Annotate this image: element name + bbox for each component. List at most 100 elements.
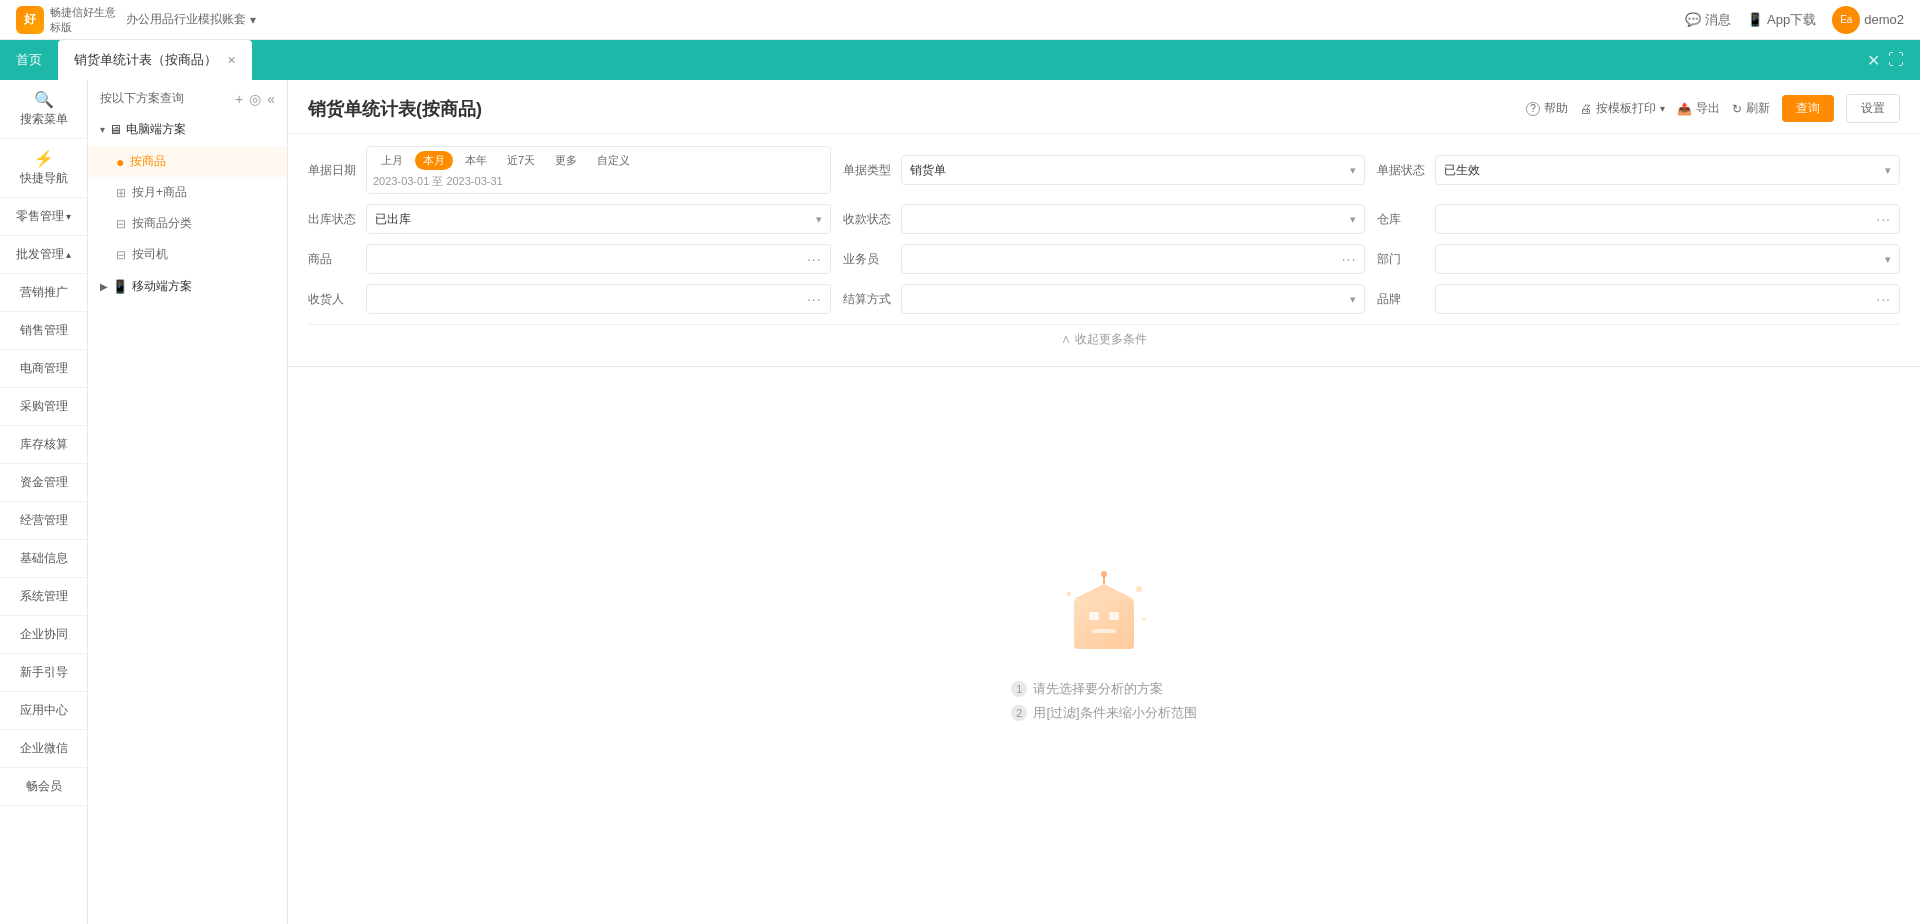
app-logo-icon: 好: [16, 6, 44, 34]
out-status-dropdown-icon: ▾: [816, 213, 822, 226]
tab-close-all-icon[interactable]: ✕: [1867, 51, 1880, 70]
brand-control[interactable]: ···: [1435, 284, 1900, 314]
scheme-item-by-month-product[interactable]: ⊞ 按月+商品: [88, 177, 287, 208]
sidebar-item-inventory[interactable]: 库存核算: [0, 426, 87, 464]
date-tab-this-year[interactable]: 本年: [457, 151, 495, 170]
export-button[interactable]: 📤 导出: [1677, 100, 1720, 117]
svg-rect-4: [1092, 629, 1116, 633]
date-tab-7days[interactable]: 近7天: [499, 151, 543, 170]
collapse-filters-button[interactable]: ∧ 收起更多条件: [308, 324, 1900, 354]
warehouse-control[interactable]: ···: [1435, 204, 1900, 234]
out-status-control[interactable]: 已出库 ▾: [366, 204, 831, 234]
page-title-bar: 销货单统计表(按商品) ? 帮助 🖨 按模板打印 ▾ 📤 导出: [288, 80, 1920, 134]
by-month-product-icon: ⊞: [116, 186, 126, 200]
scheme-panel-title: 按以下方案查询: [100, 90, 184, 107]
scheme-add-button[interactable]: +: [235, 91, 243, 107]
date-tab-this-month[interactable]: 本月: [415, 151, 453, 170]
filter-consignee: 收货人 ···: [308, 284, 831, 314]
brand-more-icon: ···: [1876, 291, 1891, 307]
search-menu-icon: 🔍: [4, 90, 83, 109]
doc-status-control[interactable]: 已生效 ▾: [1435, 155, 1900, 185]
doc-type-control[interactable]: 销货单 ▾: [901, 155, 1366, 185]
product-control[interactable]: ···: [366, 244, 831, 274]
consignee-more-icon: ···: [807, 291, 822, 307]
filter-row-1: 单据日期 上月 本月 本年 近7天 更多 自定义 2023-03-01 至 20…: [308, 146, 1900, 194]
message-button[interactable]: 💬 消息: [1685, 11, 1731, 29]
settlement-control[interactable]: ▾: [901, 284, 1366, 314]
scheme-group-mobile-header[interactable]: ▶ 📱 移动端方案: [88, 270, 287, 303]
scheme-collapse-button[interactable]: «: [267, 91, 275, 107]
tip-num-2: 2: [1011, 705, 1027, 721]
salesperson-more-icon: ···: [1342, 251, 1357, 267]
consignee-label: 收货人: [308, 291, 358, 308]
scheme-group-desktop: ▾ 🖥 电脑端方案 ● 按商品 ⊞ 按月+商品 ⊟ 按商品分类 ⊟: [88, 113, 287, 270]
date-tab-more[interactable]: 更多: [547, 151, 585, 170]
sidebar-item-quick-nav-label: 快捷导航: [4, 170, 83, 187]
sidebar-item-wholesale[interactable]: 批发管理 ▴: [0, 236, 87, 274]
recv-status-control[interactable]: ▾: [901, 204, 1366, 234]
refresh-icon: ↻: [1732, 102, 1742, 116]
template-print-button[interactable]: 🖨 按模板打印 ▾: [1580, 100, 1665, 117]
tab-home[interactable]: 首页: [0, 40, 58, 80]
scheme-item-by-product-category[interactable]: ⊟ 按商品分类: [88, 208, 287, 239]
tip-text-1: 请先选择要分析的方案: [1033, 680, 1163, 698]
dept-dropdown-icon: ▾: [1885, 253, 1891, 266]
scheme-panel-header: 按以下方案查询 + ◎ «: [88, 80, 287, 113]
sidebar-item-corp-wechat[interactable]: 企业微信: [0, 730, 87, 768]
tab-close-icon[interactable]: ✕: [227, 54, 236, 67]
by-product-category-icon: ⊟: [116, 217, 126, 231]
sidebar-item-system[interactable]: 系统管理: [0, 578, 87, 616]
sidebar-item-sales[interactable]: 销售管理: [0, 312, 87, 350]
sidebar-item-operations-label: 经营管理: [4, 512, 83, 529]
date-tab-last-month[interactable]: 上月: [373, 151, 411, 170]
filter-row-2: 出库状态 已出库 ▾ 收款状态 ▾ 仓库: [308, 204, 1900, 234]
download-icon: 📱: [1747, 12, 1763, 27]
tab-fullscreen-icon[interactable]: ⛶: [1888, 51, 1904, 69]
svg-point-7: [1142, 617, 1146, 621]
empty-tips: 1 请先选择要分析的方案 2 用[过滤]条件来缩小分析范围: [1011, 680, 1196, 722]
consignee-control[interactable]: ···: [366, 284, 831, 314]
sidebar-item-operations[interactable]: 经营管理: [0, 502, 87, 540]
sidebar-item-corp-collab[interactable]: 企业协同: [0, 616, 87, 654]
user-profile-button[interactable]: Ea demo2: [1832, 6, 1904, 34]
dept-control[interactable]: ▾: [1435, 244, 1900, 274]
tab-home-label: 首页: [16, 51, 42, 69]
filter-doc-type: 单据类型 销货单 ▾: [843, 146, 1366, 194]
date-tab-custom[interactable]: 自定义: [589, 151, 638, 170]
sidebar-item-purchase[interactable]: 采购管理: [0, 388, 87, 426]
refresh-button[interactable]: ↻ 刷新: [1732, 100, 1770, 117]
app-download-button[interactable]: 📱 App下载: [1747, 11, 1816, 29]
sidebar-item-member[interactable]: 畅会员: [0, 768, 87, 806]
by-product-icon: ●: [116, 154, 124, 170]
sidebar-item-app-center[interactable]: 应用中心: [0, 692, 87, 730]
help-button[interactable]: ? 帮助: [1526, 100, 1568, 117]
tab-sales-stat[interactable]: 销货单统计表（按商品） ✕: [58, 40, 252, 80]
sidebar-item-search-menu[interactable]: 🔍 搜索菜单: [0, 80, 87, 139]
date-tabs: 上月 本月 本年 近7天 更多 自定义: [367, 147, 830, 174]
sidebar-item-finance[interactable]: 资金管理: [0, 464, 87, 502]
sidebar-item-marketing[interactable]: 营销推广: [0, 274, 87, 312]
scheme-panel: 按以下方案查询 + ◎ « ▾ 🖥 电脑端方案 ● 按商品: [88, 80, 288, 924]
salesperson-control[interactable]: ···: [901, 244, 1366, 274]
sidebar-item-marketing-label: 营销推广: [4, 284, 83, 301]
product-more-icon: ···: [807, 251, 822, 267]
by-cashier-label: 按司机: [132, 246, 168, 263]
scheme-item-by-cashier[interactable]: ⊟ 按司机: [88, 239, 287, 270]
tip-num-1: 1: [1011, 681, 1027, 697]
svg-marker-1: [1074, 584, 1134, 599]
sidebar-item-wholesale-label: 批发管理: [16, 246, 64, 263]
scheme-group-desktop-header[interactable]: ▾ 🖥 电脑端方案: [88, 113, 287, 146]
scheme-group-mobile: ▶ 📱 移动端方案: [88, 270, 287, 303]
scheme-settings-button[interactable]: ◎: [249, 91, 261, 107]
query-button[interactable]: 查询: [1782, 95, 1834, 122]
settings-button[interactable]: 设置: [1846, 94, 1900, 123]
breadcrumb-text: 办公用品行业模拟账套: [126, 11, 246, 28]
filter-area: 单据日期 上月 本月 本年 近7天 更多 自定义 2023-03-01 至 20…: [288, 134, 1920, 367]
scheme-item-by-product[interactable]: ● 按商品: [88, 146, 287, 177]
sidebar-item-retail[interactable]: 零售管理 ▾: [0, 198, 87, 236]
sidebar-item-sales-label: 销售管理: [4, 322, 83, 339]
sidebar-item-new-guide[interactable]: 新手引导: [0, 654, 87, 692]
sidebar-item-basic-info[interactable]: 基础信息: [0, 540, 87, 578]
sidebar-item-quick-nav[interactable]: ⚡ 快捷导航: [0, 139, 87, 198]
sidebar-item-ecommerce[interactable]: 电商管理: [0, 350, 87, 388]
